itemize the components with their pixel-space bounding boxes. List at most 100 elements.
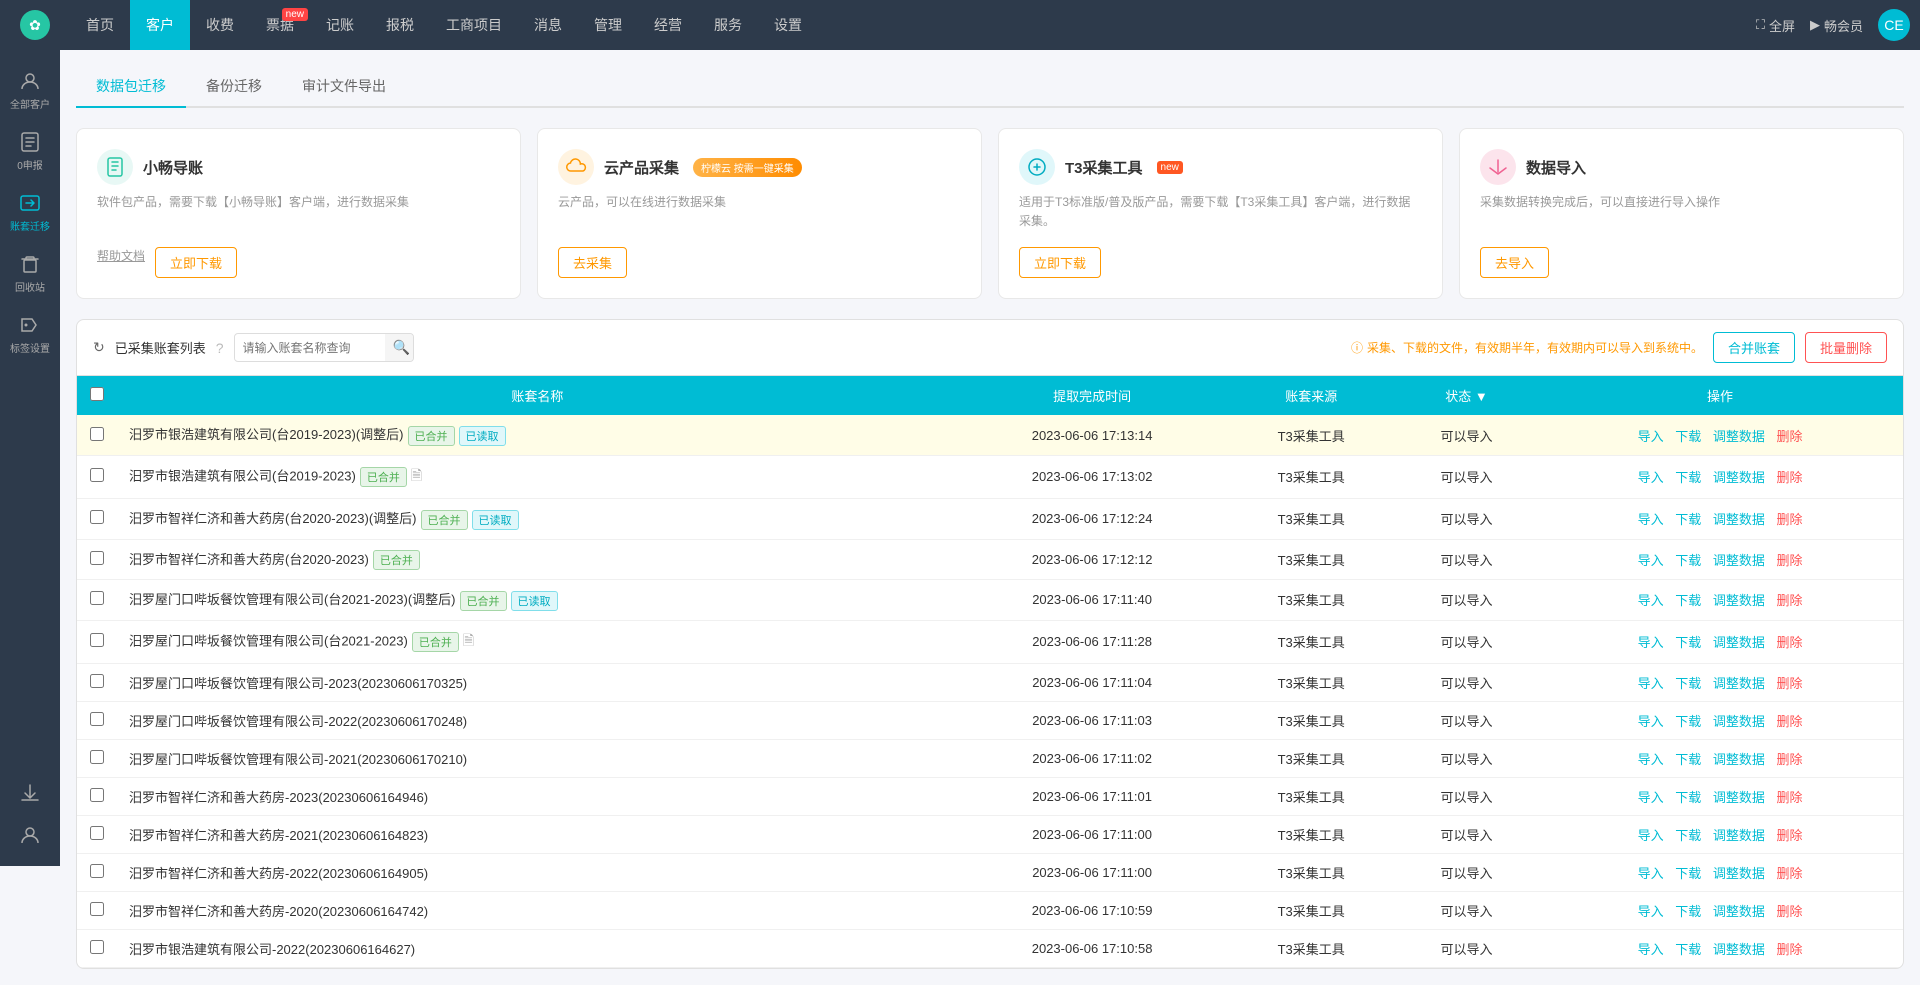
nav-item-tax[interactable]: 报税 [370,0,430,50]
fullscreen-btn[interactable]: ⛶ 全屏 [1756,16,1795,35]
action-adjust[interactable]: 调整数据 [1709,828,1769,843]
action-download[interactable]: 下载 [1671,635,1705,650]
row-checkbox[interactable] [90,712,104,726]
search-button[interactable]: 🔍 [385,334,414,361]
action-import[interactable]: 导入 [1634,942,1668,957]
action-download[interactable]: 下载 [1671,714,1705,729]
row-checkbox[interactable] [90,591,104,605]
action-import[interactable]: 导入 [1634,470,1668,485]
action-delete[interactable]: 删除 [1773,866,1807,881]
help-icon[interactable]: ? [216,340,224,356]
action-delete[interactable]: 删除 [1773,553,1807,568]
action-delete[interactable]: 删除 [1773,790,1807,805]
refresh-icon[interactable]: ↻ [93,339,105,356]
action-import[interactable]: 导入 [1634,429,1668,444]
action-delete[interactable]: 删除 [1773,512,1807,527]
action-delete[interactable]: 删除 [1773,593,1807,608]
action-delete[interactable]: 删除 [1773,828,1807,843]
batch-delete-button[interactable]: 批量删除 [1805,332,1887,363]
action-delete[interactable]: 删除 [1773,942,1807,957]
nav-item-settings[interactable]: 设置 [758,0,818,50]
action-import[interactable]: 导入 [1634,714,1668,729]
sidebar-item-account-migrate[interactable]: 账套迁移 [0,182,60,243]
action-download[interactable]: 下载 [1671,593,1705,608]
action-adjust[interactable]: 调整数据 [1709,866,1769,881]
action-adjust[interactable]: 调整数据 [1709,676,1769,691]
action-delete[interactable]: 删除 [1773,752,1807,767]
row-checkbox[interactable] [90,674,104,688]
action-import[interactable]: 导入 [1634,866,1668,881]
row-checkbox[interactable] [90,940,104,954]
row-checkbox[interactable] [90,750,104,764]
search-input[interactable] [235,336,385,360]
action-import[interactable]: 导入 [1634,790,1668,805]
action-adjust[interactable]: 调整数据 [1709,635,1769,650]
sidebar-item-download[interactable] [0,772,60,814]
action-delete[interactable]: 删除 [1773,676,1807,691]
tab-data-migrate[interactable]: 数据包迁移 [76,66,186,108]
row-checkbox[interactable] [90,826,104,840]
row-checkbox[interactable] [90,902,104,916]
action-download[interactable]: 下载 [1671,752,1705,767]
action-download[interactable]: 下载 [1671,676,1705,691]
tab-backup-migrate[interactable]: 备份迁移 [186,66,282,108]
action-adjust[interactable]: 调整数据 [1709,470,1769,485]
row-checkbox[interactable] [90,510,104,524]
nav-item-invoice[interactable]: 票据 new [250,0,310,50]
action-download[interactable]: 下载 [1671,828,1705,843]
action-delete[interactable]: 删除 [1773,429,1807,444]
action-adjust[interactable]: 调整数据 [1709,942,1769,957]
action-download[interactable]: 下载 [1671,429,1705,444]
nav-item-client[interactable]: 客户 [130,0,190,50]
tab-audit-export[interactable]: 审计文件导出 [282,66,406,108]
sidebar-item-zero-report[interactable]: 0申报 [0,121,60,182]
action-adjust[interactable]: 调整数据 [1709,553,1769,568]
action-adjust[interactable]: 调整数据 [1709,752,1769,767]
row-checkbox[interactable] [90,468,104,482]
action-adjust[interactable]: 调整数据 [1709,429,1769,444]
nav-item-manage[interactable]: 管理 [578,0,638,50]
row-checkbox[interactable] [90,633,104,647]
action-adjust[interactable]: 调整数据 [1709,593,1769,608]
action-download[interactable]: 下载 [1671,790,1705,805]
action-import[interactable]: 导入 [1634,752,1668,767]
action-delete[interactable]: 删除 [1773,714,1807,729]
action-download[interactable]: 下载 [1671,470,1705,485]
avatar[interactable]: CE [1878,9,1910,41]
go-collect-button[interactable]: 去采集 [558,247,627,278]
action-import[interactable]: 导入 [1634,512,1668,527]
action-delete[interactable]: 删除 [1773,904,1807,919]
select-all-checkbox[interactable] [90,387,104,401]
action-adjust[interactable]: 调整数据 [1709,790,1769,805]
row-checkbox[interactable] [90,427,104,441]
nav-item-biz[interactable]: 工商项目 [430,0,518,50]
nav-item-operation[interactable]: 经营 [638,0,698,50]
nav-item-message[interactable]: 消息 [518,0,578,50]
action-delete[interactable]: 删除 [1773,470,1807,485]
nav-item-fee[interactable]: 收费 [190,0,250,50]
sidebar-item-recycle[interactable]: 回收站 [0,243,60,304]
nav-item-service[interactable]: 服务 [698,0,758,50]
sidebar-item-label-settings[interactable]: 标签设置 [0,304,60,365]
action-download[interactable]: 下载 [1671,904,1705,919]
action-adjust[interactable]: 调整数据 [1709,904,1769,919]
help-doc-link[interactable]: 帮助文档 [97,247,145,278]
download-now-button[interactable]: 立即下载 [155,247,237,278]
action-download[interactable]: 下载 [1671,866,1705,881]
action-download[interactable]: 下载 [1671,942,1705,957]
action-import[interactable]: 导入 [1634,828,1668,843]
action-import[interactable]: 导入 [1634,904,1668,919]
member-btn[interactable]: ▶ 畅会员 [1810,16,1863,35]
action-import[interactable]: 导入 [1634,635,1668,650]
action-adjust[interactable]: 调整数据 [1709,512,1769,527]
go-import-button[interactable]: 去导入 [1480,247,1549,278]
action-import[interactable]: 导入 [1634,593,1668,608]
nav-item-account[interactable]: 记账 [310,0,370,50]
merge-account-button[interactable]: 合并账套 [1713,332,1795,363]
row-checkbox[interactable] [90,788,104,802]
download-t3-button[interactable]: 立即下载 [1019,247,1101,278]
action-delete[interactable]: 删除 [1773,635,1807,650]
sidebar-item-user[interactable] [0,814,60,856]
action-adjust[interactable]: 调整数据 [1709,714,1769,729]
sidebar-item-all-clients[interactable]: 全部客户 [0,60,60,121]
